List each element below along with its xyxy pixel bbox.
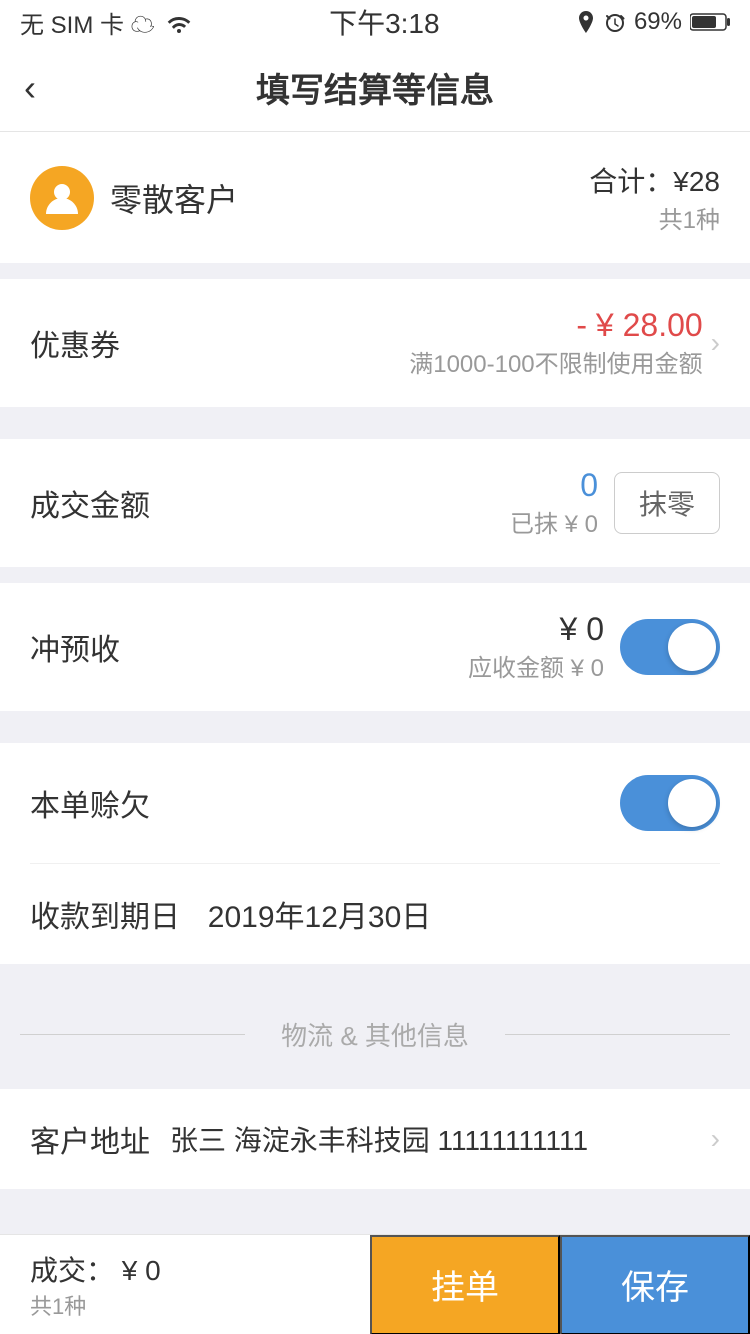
- wifi-icon: [165, 11, 193, 33]
- coupon-right: - ¥ 28.00 满1000-100不限制使用金额 ›: [409, 307, 720, 379]
- logistics-label: 物流 & 其他信息: [281, 1016, 469, 1053]
- nav-bar: ‹ 填写结算等信息: [0, 44, 750, 132]
- prepaid-label: 冲预收: [30, 625, 120, 669]
- due-date-value: 2019年12月30日: [208, 901, 431, 934]
- address-row[interactable]: 客户地址 张三 海淀永丰科技园 11111111111 ›: [30, 1089, 720, 1189]
- address-value: 张三 海淀永丰科技园 11111111111: [170, 1119, 711, 1159]
- status-bar-left: 无 SIM 卡 ☁: [20, 5, 193, 40]
- total-amount: 合计：¥28: [589, 160, 720, 200]
- due-date-row: 收款到期日 2019年12月30日: [30, 864, 720, 964]
- bottom-count: 共1种: [30, 1289, 370, 1321]
- deal-amount: ¥ 0: [122, 1255, 161, 1286]
- prepaid-right: ¥ 0 应收金额 ¥ 0: [468, 611, 720, 683]
- transaction-value-col: 0 已抹 ¥ 0: [510, 467, 598, 539]
- prepaid-section: 冲预收 ¥ 0 应收金额 ¥ 0: [0, 583, 750, 711]
- status-time: 下午3:18: [329, 2, 440, 42]
- battery-label: 69%: [634, 8, 682, 36]
- prepaid-value-col: ¥ 0 应收金额 ¥ 0: [468, 611, 604, 683]
- debt-row: 本单赊欠: [30, 743, 720, 864]
- back-button[interactable]: ‹: [24, 67, 36, 109]
- coupon-label: 优惠券: [30, 321, 120, 365]
- save-button[interactable]: 保存: [560, 1235, 750, 1334]
- hold-button[interactable]: 挂单: [370, 1235, 560, 1334]
- debt-label: 本单赊欠: [30, 781, 150, 825]
- bottom-summary: 成交： ¥ 0 共1种: [0, 1249, 370, 1321]
- customer-row: 零散客户 合计：¥28 共1种: [0, 132, 750, 263]
- coupon-row[interactable]: 优惠券 - ¥ 28.00 满1000-100不限制使用金额 ›: [0, 279, 750, 407]
- status-bar-right: 69%: [576, 8, 730, 36]
- chevron-right-icon: ›: [711, 327, 720, 359]
- address-label: 客户地址: [30, 1117, 150, 1161]
- coupon-amount: - ¥ 28.00: [409, 307, 702, 344]
- page-title: 填写结算等信息: [256, 63, 494, 112]
- separator-1: [0, 423, 750, 439]
- coupon-info: - ¥ 28.00 满1000-100不限制使用金额: [409, 307, 702, 379]
- bottom-bar: 成交： ¥ 0 共1种 挂单 保存: [0, 1234, 750, 1334]
- transaction-right: 0 已抹 ¥ 0 抹零: [510, 467, 720, 539]
- customer-total: 合计：¥28 共1种: [589, 160, 720, 235]
- location-icon: [576, 11, 596, 33]
- no-sim-label: 无 SIM 卡 ☁: [20, 5, 155, 40]
- debt-section: 本单赊欠 收款到期日 2019年12月30日: [0, 743, 750, 964]
- separator-3: [0, 980, 750, 996]
- transaction-row: 成交金额 0 已抹 ¥ 0 抹零: [30, 439, 720, 567]
- bottom-deal: 成交： ¥ 0: [30, 1249, 370, 1289]
- prepaid-row: 冲预收 ¥ 0 应收金额 ¥ 0: [30, 583, 720, 711]
- transaction-section: 成交金额 0 已抹 ¥ 0 抹零: [0, 439, 750, 567]
- prepaid-sub: 应收金额 ¥ 0: [468, 648, 604, 683]
- person-icon: [42, 178, 82, 218]
- prepaid-amount: ¥ 0: [468, 611, 604, 648]
- deal-text: 成交：: [30, 1255, 114, 1286]
- prepaid-toggle[interactable]: [620, 619, 720, 675]
- transaction-sub: 已抹 ¥ 0: [510, 504, 598, 539]
- logistics-divider: 物流 & 其他信息: [0, 996, 750, 1073]
- total-count: 共1种: [589, 200, 720, 235]
- due-date-label: 收款到期日: [30, 901, 180, 934]
- customer-name: 零散客户: [110, 175, 238, 221]
- debt-toggle[interactable]: [620, 775, 720, 831]
- customer-avatar: [30, 166, 94, 230]
- status-bar: 无 SIM 卡 ☁ 下午3:18 69%: [0, 0, 750, 44]
- customer-left: 零散客户: [30, 166, 238, 230]
- separator-2: [0, 727, 750, 743]
- transaction-value: 0: [510, 467, 598, 504]
- transaction-label: 成交金额: [30, 481, 150, 525]
- round-zero-button[interactable]: 抹零: [614, 472, 720, 534]
- toggle-knob: [668, 623, 716, 671]
- debt-toggle-knob: [668, 779, 716, 827]
- address-chevron-icon: ›: [711, 1123, 720, 1155]
- battery-icon: [690, 12, 730, 32]
- separator-4: [0, 1073, 750, 1089]
- content: 零散客户 合计：¥28 共1种 优惠券 - ¥ 28.00 满1000-100不…: [0, 132, 750, 1325]
- alarm-icon: [604, 11, 626, 33]
- address-section: 客户地址 张三 海淀永丰科技园 11111111111 ›: [0, 1089, 750, 1189]
- coupon-desc: 满1000-100不限制使用金额: [409, 344, 702, 379]
